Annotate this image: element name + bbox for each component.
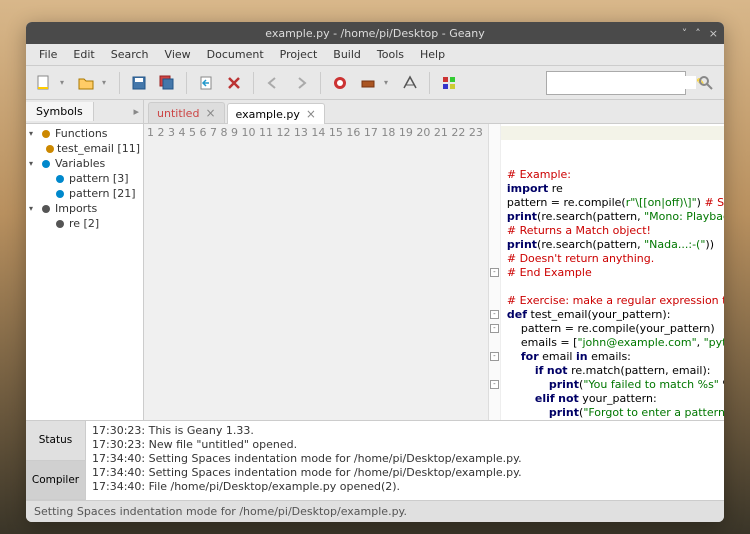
run-button[interactable] <box>398 71 422 95</box>
sidebar: Symbols ▸ ▾ Functions test_email [11] ▾ Vari… <box>26 100 144 420</box>
message-panel: StatusCompiler 17:30:23: This is Geany 1… <box>26 420 724 500</box>
tree-item-label: pattern [3] <box>69 172 129 185</box>
mvar-icon <box>53 173 67 185</box>
message-line: 17:34:40: Setting Spaces indentation mod… <box>92 466 718 480</box>
tree-item[interactable]: ▾ Imports <box>26 201 143 216</box>
editor-tabs: untitled × example.py × <box>144 100 724 124</box>
nav-forward-button[interactable] <box>289 71 313 95</box>
imp-icon <box>39 203 53 215</box>
build-dropdown[interactable]: ▾ <box>384 78 394 87</box>
open-file-button[interactable] <box>74 71 98 95</box>
editor-tab[interactable]: untitled × <box>148 102 225 123</box>
tree-item-label: re [2] <box>69 217 99 230</box>
new-file-button[interactable] <box>32 71 56 95</box>
fold-gutter[interactable]: - - - - - <box>489 124 501 420</box>
build-button[interactable] <box>356 71 380 95</box>
tree-item[interactable]: pattern [3] <box>26 171 143 186</box>
tree-item[interactable]: test_email [11] <box>26 141 143 156</box>
message-tab-status[interactable]: Status <box>26 421 85 461</box>
color-chooser-button[interactable] <box>437 71 461 95</box>
mimp-icon <box>53 218 67 230</box>
open-file-dropdown[interactable]: ▾ <box>102 78 112 87</box>
tree-item-label: Functions <box>55 127 108 140</box>
find-button[interactable] <box>694 71 718 95</box>
message-panel-tabs: StatusCompiler <box>26 421 86 500</box>
tab-close-icon[interactable]: × <box>205 106 215 120</box>
menubar: FileEditSearchViewDocumentProjectBuildTo… <box>26 44 724 66</box>
message-line: 17:30:23: New file "untitled" opened. <box>92 438 718 452</box>
message-line: 17:34:40: File /home/pi/Desktop/example.… <box>92 480 718 494</box>
message-panel-content[interactable]: 17:30:23: This is Geany 1.33.17:30:23: N… <box>86 421 724 500</box>
tree-expander-icon[interactable]: ▾ <box>29 204 39 213</box>
nav-back-button[interactable] <box>261 71 285 95</box>
tree-item[interactable]: ▾ Functions <box>26 126 143 141</box>
code-area[interactable]: # Example: import re pattern = re.compil… <box>501 124 724 420</box>
close-file-button[interactable] <box>222 71 246 95</box>
line-number-gutter: 1 2 3 4 5 6 7 8 9 10 11 12 13 14 15 16 1… <box>144 124 489 420</box>
mvar-icon <box>53 188 67 200</box>
menu-file[interactable]: File <box>32 46 64 63</box>
message-tab-compiler[interactable]: Compiler <box>26 461 85 501</box>
fold-toggle-icon[interactable]: - <box>490 310 499 319</box>
tree-item[interactable]: re [2] <box>26 216 143 231</box>
search-field[interactable]: ✎ <box>546 71 686 95</box>
menu-document[interactable]: Document <box>200 46 271 63</box>
tree-expander-icon[interactable]: ▾ <box>29 159 39 168</box>
status-text: Setting Spaces indentation mode for /hom… <box>34 505 407 518</box>
maximize-button[interactable]: ˄ <box>695 27 701 40</box>
message-line: 17:30:23: This is Geany 1.33. <box>92 424 718 438</box>
menu-edit[interactable]: Edit <box>66 46 101 63</box>
menu-view[interactable]: View <box>158 46 198 63</box>
tree-item-label: Variables <box>55 157 105 170</box>
toolbar: ▾ ▾ ▾ ✎ <box>26 66 724 100</box>
tree-item[interactable]: ▾ Variables <box>26 156 143 171</box>
sidebar-tab-overflow[interactable]: ▸ <box>129 105 143 118</box>
fold-toggle-icon[interactable]: - <box>490 268 499 277</box>
sidebar-tab-symbols[interactable]: Symbols <box>26 102 94 121</box>
fn-icon <box>39 128 53 140</box>
tree-item[interactable]: pattern [21] <box>26 186 143 201</box>
var-icon <box>39 158 53 170</box>
message-line: 17:34:40: Setting Spaces indentation mod… <box>92 452 718 466</box>
save-button[interactable] <box>127 71 151 95</box>
fold-toggle-icon[interactable]: - <box>490 380 499 389</box>
tree-item-label: test_email [11] <box>57 142 140 155</box>
save-all-button[interactable] <box>155 71 179 95</box>
tree-item-label: pattern [21] <box>69 187 136 200</box>
tree-expander-icon[interactable]: ▾ <box>29 129 39 138</box>
symbols-tree[interactable]: ▾ Functions test_email [11] ▾ Variables patte… <box>26 124 143 420</box>
new-file-dropdown[interactable]: ▾ <box>60 78 70 87</box>
titlebar[interactable]: example.py - /home/pi/Desktop - Geany ˅ … <box>26 22 724 44</box>
compile-button[interactable] <box>328 71 352 95</box>
code-text[interactable]: # Example: import re pattern = re.compil… <box>507 168 718 420</box>
minimize-button[interactable]: ˅ <box>682 27 688 40</box>
tab-label: untitled <box>157 107 199 120</box>
menu-search[interactable]: Search <box>104 46 156 63</box>
app-window: example.py - /home/pi/Desktop - Geany ˅ … <box>26 22 724 522</box>
tab-label: example.py <box>236 108 300 121</box>
menu-build[interactable]: Build <box>326 46 368 63</box>
search-input[interactable] <box>551 76 696 89</box>
mfn-icon <box>45 143 55 155</box>
fold-toggle-icon[interactable]: - <box>490 352 499 361</box>
revert-button[interactable] <box>194 71 218 95</box>
menu-help[interactable]: Help <box>413 46 452 63</box>
editor-tab[interactable]: example.py × <box>227 103 325 124</box>
tab-close-icon[interactable]: × <box>306 107 316 121</box>
tree-item-label: Imports <box>55 202 97 215</box>
code-editor[interactable]: 1 2 3 4 5 6 7 8 9 10 11 12 13 14 15 16 1… <box>144 124 724 420</box>
menu-project[interactable]: Project <box>273 46 325 63</box>
window-title: example.py - /home/pi/Desktop - Geany <box>265 27 484 40</box>
statusbar: Setting Spaces indentation mode for /hom… <box>26 500 724 522</box>
fold-toggle-icon[interactable]: - <box>490 324 499 333</box>
close-button[interactable]: × <box>709 27 718 40</box>
menu-tools[interactable]: Tools <box>370 46 411 63</box>
current-line-highlight <box>501 126 724 140</box>
